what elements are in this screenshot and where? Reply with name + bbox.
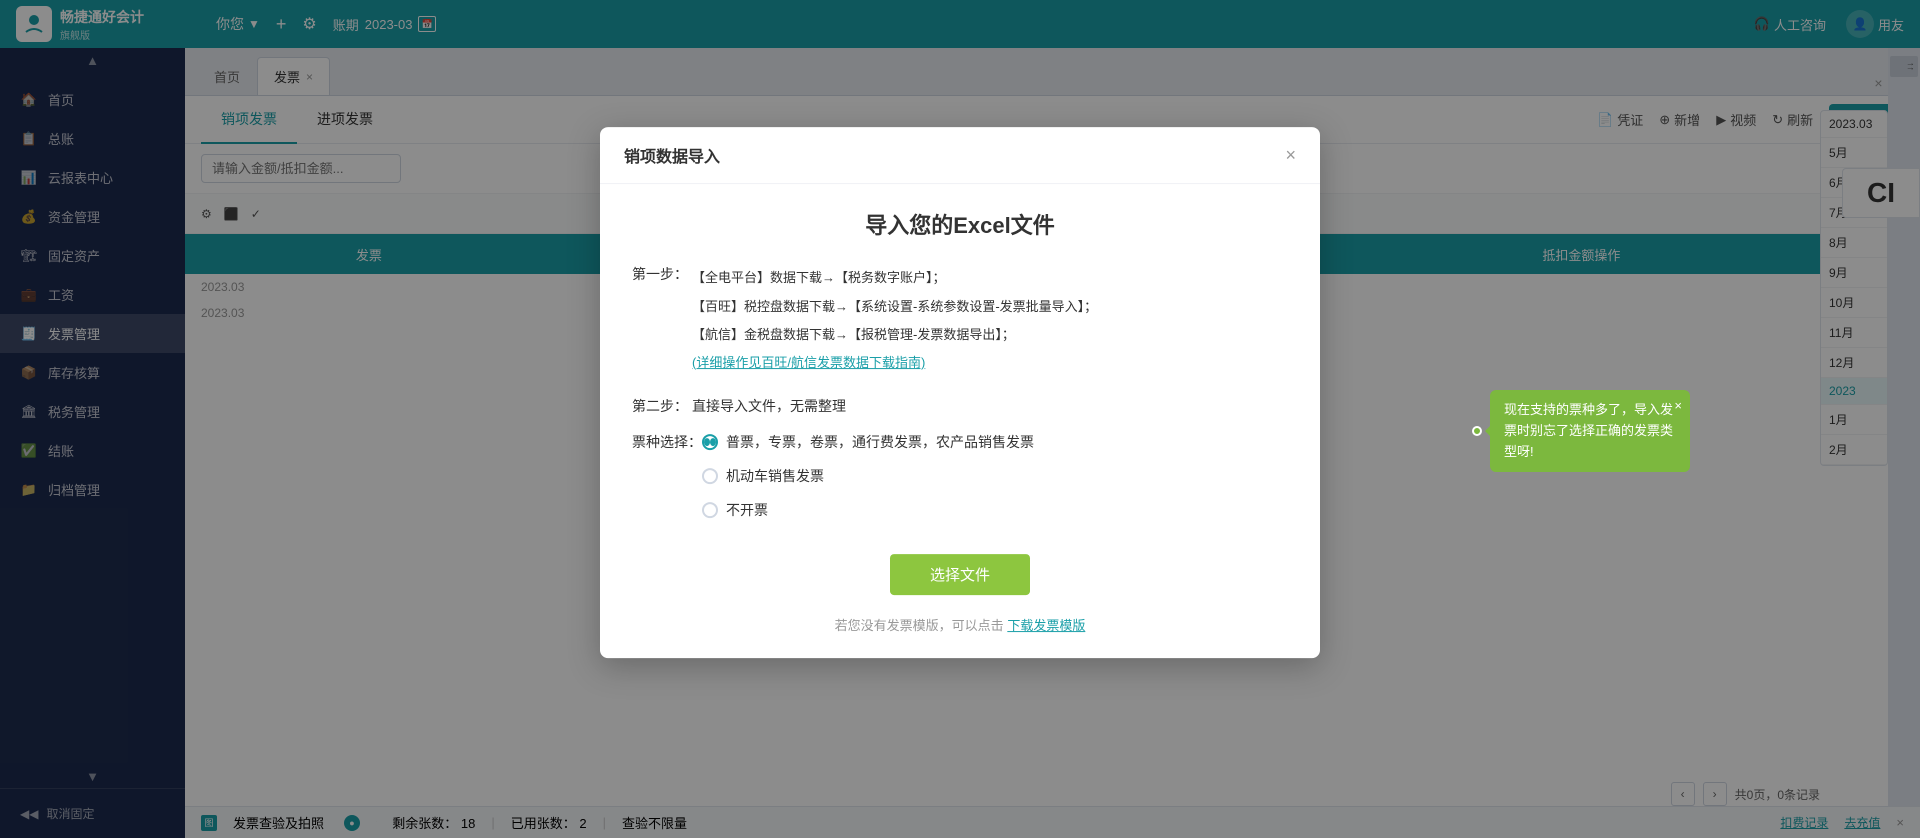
radio-group: 普票，专票，卷票，通行费发票，农产品销售发票 机动车销售发票 不开票: [702, 432, 1034, 534]
download-template-link[interactable]: 下载发票模版: [1007, 618, 1085, 633]
radio-1[interactable]: [702, 434, 718, 450]
step1-line1: 【全电平台】数据下载→【税务数字账户】；: [692, 264, 1097, 293]
modal-body: 导入您的Excel文件 第一步： 【全电平台】数据下载→【税务数字账户】； 【百…: [600, 184, 1320, 658]
modal-step1: 第一步： 【全电平台】数据下载→【税务数字账户】； 【百旺】税控盘数据下载→【系…: [632, 264, 1288, 376]
step1-label: 第一步：: [632, 264, 692, 284]
radio-2[interactable]: [702, 468, 718, 484]
radio-label-3: 不开票: [726, 500, 768, 520]
modal-footer: 若您没有发票模版，可以点击 下载发票模版: [632, 615, 1288, 634]
step1-link: (详细操作见百旺/航信发票数据下载指南): [692, 350, 1097, 376]
tooltip-close-button[interactable]: ×: [1674, 396, 1682, 417]
modal-step2: 第二步： 直接导入文件，无需整理: [632, 396, 1288, 416]
ticket-label: 票种选择：: [632, 432, 702, 452]
modal-title: 销项数据导入: [624, 143, 720, 167]
ticket-type-section: 票种选择： 普票，专票，卷票，通行费发票，农产品销售发票 机动车销售发票: [632, 432, 1288, 534]
select-file-button[interactable]: 选择文件: [890, 554, 1030, 595]
modal-main-title: 导入您的Excel文件: [632, 208, 1288, 240]
radio-3[interactable]: [702, 502, 718, 518]
modal-header: 销项数据导入 ×: [600, 127, 1320, 184]
step2-text: 直接导入文件，无需整理: [692, 396, 846, 416]
radio-label-2: 机动车销售发票: [726, 466, 824, 486]
radio-row-2[interactable]: 机动车销售发票: [702, 466, 1034, 486]
tooltip-connector: [1472, 426, 1482, 436]
radio-row-1[interactable]: 普票，专票，卷票，通行费发票，农产品销售发票: [702, 432, 1034, 452]
step1-line3: 【航信】金税盘数据下载→【报税管理-发票数据导出】；: [692, 321, 1097, 350]
tooltip-bubble: × 现在支持的票种多了，导入发票时别忘了选择正确的发票类型呀!: [1490, 390, 1690, 472]
radio-row-3[interactable]: 不开票: [702, 500, 1034, 520]
select-file-section: 选择文件: [632, 554, 1288, 595]
step2-label: 第二步：: [632, 396, 692, 416]
modal-close-button[interactable]: ×: [1285, 145, 1296, 166]
guide-link[interactable]: (详细操作见百旺/航信发票数据下载指南): [692, 355, 925, 370]
step1-content: 【全电平台】数据下载→【税务数字账户】； 【百旺】税控盘数据下载→【系统设置-系…: [692, 264, 1097, 376]
tooltip-text: 现在支持的票种多了，导入发票时别忘了选择正确的发票类型呀!: [1504, 402, 1673, 459]
step1-line2: 【百旺】税控盘数据下载→【系统设置-系统参数设置-发票批量导入】；: [692, 293, 1097, 322]
import-modal: 销项数据导入 × 导入您的Excel文件 第一步： 【全电平台】数据下载→【税务…: [600, 127, 1320, 658]
radio-label-1: 普票，专票，卷票，通行费发票，农产品销售发票: [726, 432, 1034, 452]
